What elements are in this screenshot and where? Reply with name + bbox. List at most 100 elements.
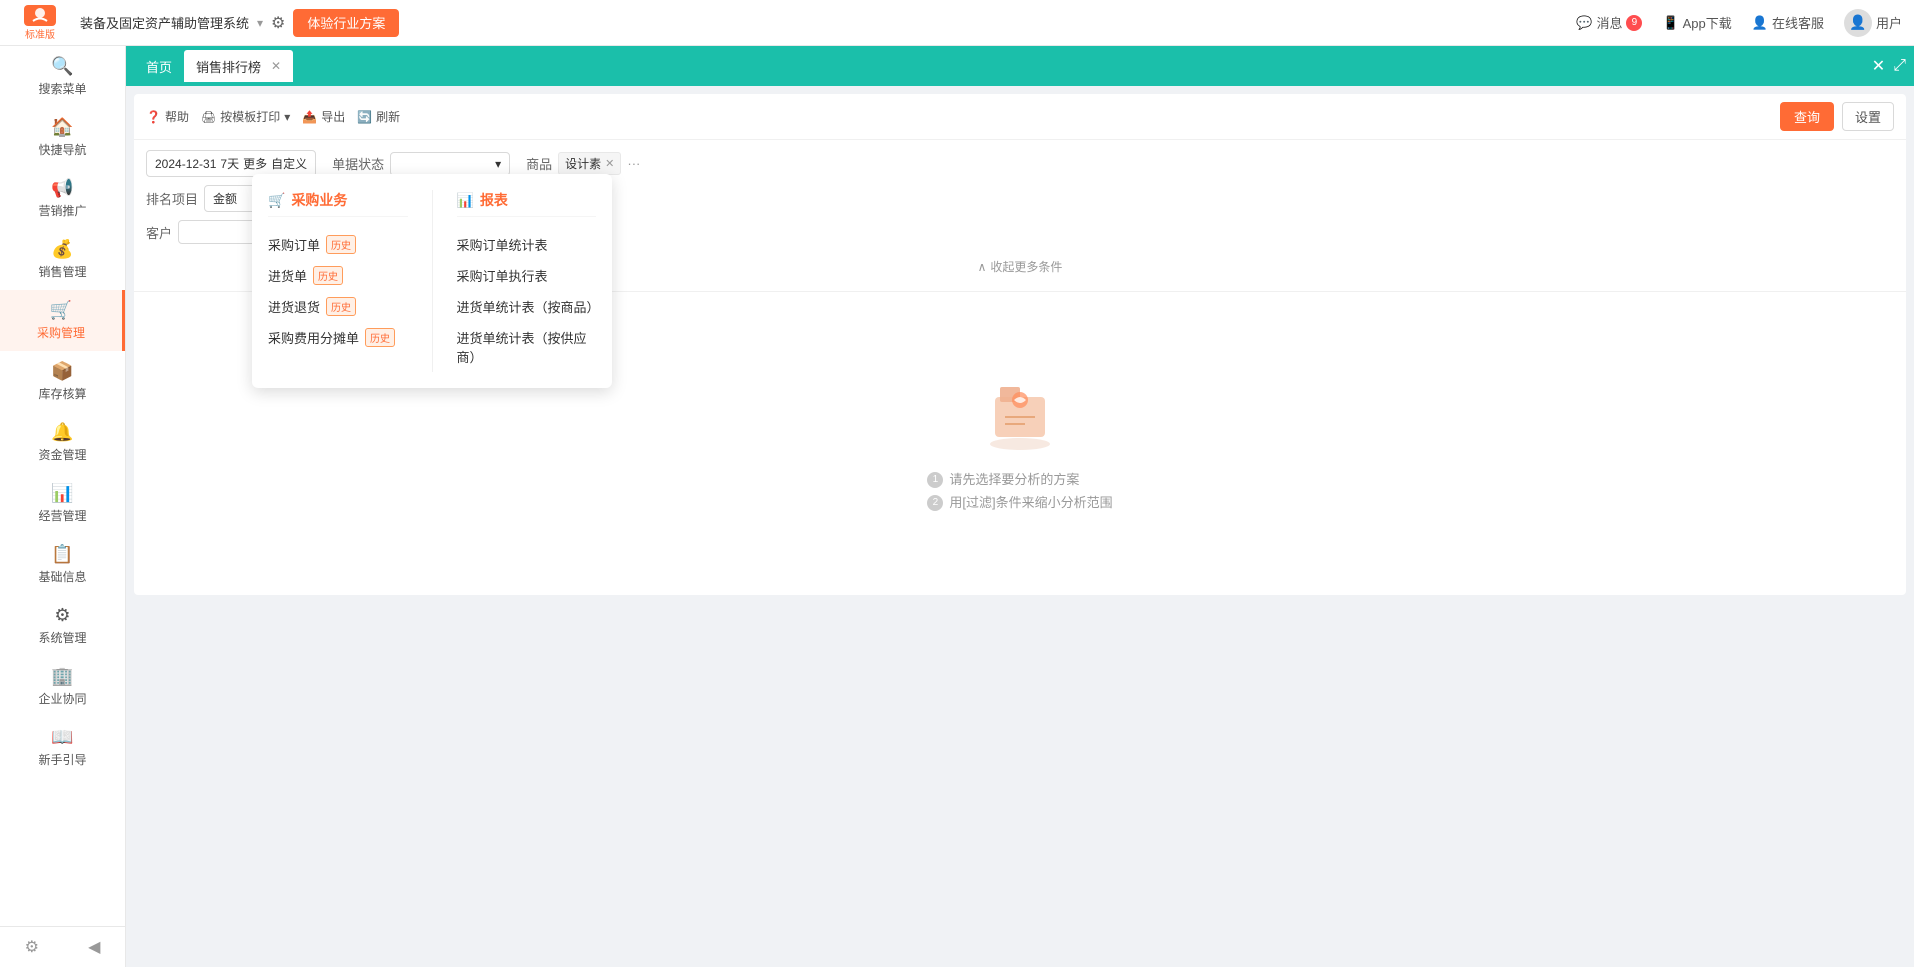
purchase-business-col: 🛒 采购业务 采购订单 历史 进货单 历史	[268, 190, 408, 372]
dropdown-item-purchase-order-stats[interactable]: 采购订单统计表	[457, 229, 597, 260]
date-shortcut-7days[interactable]: 7天	[220, 155, 239, 172]
notification-badge: 9	[1626, 15, 1642, 31]
sidebar-item-guide[interactable]: 📖 新手引导	[0, 717, 125, 778]
dropdown-arrow[interactable]: ▾	[257, 16, 263, 30]
voucher-status-select[interactable]: ▾	[390, 152, 510, 176]
sidebar-item-quick-nav[interactable]: 🏠 快捷导航	[0, 107, 125, 168]
home-icon: 🏠	[51, 117, 73, 138]
dropdown-item-stock-stats-supplier[interactable]: 进货单统计表（按供应商）	[457, 322, 597, 372]
sidebar-item-operation[interactable]: 📊 经营管理	[0, 473, 125, 534]
sidebar-label-system: 系统管理	[38, 629, 86, 646]
dropdown-item-stock-return[interactable]: 进货退货 历史	[268, 291, 408, 322]
dropdown-item-purchase-expense[interactable]: 采购费用分摊单 历史	[268, 322, 408, 353]
empty-icon	[970, 372, 1070, 452]
tab-expand-button[interactable]: ⤢	[1893, 57, 1906, 75]
voucher-status-arrow: ▾	[495, 157, 501, 171]
sidebar-item-inventory[interactable]: 📦 库存核算	[0, 351, 125, 412]
date-more[interactable]: 更多	[243, 155, 267, 172]
query-button[interactable]: 查询	[1780, 102, 1834, 131]
tab-sales-rank[interactable]: 销售排行榜 ✕	[184, 50, 293, 82]
logo: 标准版	[12, 5, 68, 41]
content-area: 首页 销售排行榜 ✕ ✕ ⤢ ❓	[126, 46, 1914, 967]
rank-value: 金额	[213, 190, 237, 207]
guide-icon: 📖	[51, 727, 73, 748]
goods-tag-text: 设计素	[565, 155, 601, 172]
search-icon: 🔍	[51, 56, 73, 77]
sidebar-collapse-button[interactable]: ◀	[88, 937, 100, 957]
filter-goods: 商品 设计素 ✕ ···	[526, 152, 640, 175]
goods-label: 商品	[526, 154, 552, 173]
date-range-input[interactable]: 2024-12-31 7天 更多 自定义	[146, 150, 316, 177]
step2-text: 用[过滤]条件来缩小分析范围	[949, 491, 1112, 514]
app-download-item[interactable]: 📱 App下载	[1662, 13, 1731, 32]
step1-num: 1	[927, 472, 943, 488]
dropdown-item-purchase-order-exec[interactable]: 采购订单执行表	[457, 260, 597, 291]
sidebar-item-system[interactable]: ⚙ 系统管理	[0, 595, 125, 656]
filter-date: 2024-12-31 7天 更多 自定义	[146, 150, 316, 177]
sidebar-label-finance: 资金管理	[38, 446, 86, 463]
dropdown-item-stock-stats-goods[interactable]: 进货单统计表（按商品）	[457, 291, 597, 322]
main-layout: 🔍 搜索菜单 🏠 快捷导航 📢 营销推广 💰 销售管理 🛒 采购管理 📦	[0, 46, 1914, 967]
customer-label: 客户	[146, 223, 172, 242]
logo-svg	[30, 5, 50, 25]
rank-label: 排名项目	[146, 189, 198, 208]
sales-icon: 💰	[51, 239, 73, 260]
top-bar: 标准版 装备及固定资产辅助管理系统 ▾ ⚙ 体验行业方案 💬 消息 9 📱 Ap…	[0, 0, 1914, 46]
purchase-dropdown-menu: 🛒 采购业务 采购订单 历史 进货单 历史	[252, 174, 612, 388]
reports-col: 📊 报表 采购订单统计表 采购订单执行表 进货单统计表（按商品）	[457, 190, 597, 372]
user-item[interactable]: 👤 用户	[1844, 9, 1902, 37]
sidebar-item-marketing[interactable]: 📢 营销推广	[0, 168, 125, 229]
sidebar-label-inventory: 库存核算	[38, 385, 86, 402]
export-button[interactable]: 📤 导出	[302, 108, 345, 125]
sidebar: 🔍 搜索菜单 🏠 快捷导航 📢 营销推广 💰 销售管理 🛒 采购管理 📦	[0, 46, 126, 967]
purchase-icon: 🛒	[50, 300, 72, 321]
date-end: 2024-12-31	[155, 157, 216, 171]
collapse-label: 收起更多条件	[990, 258, 1062, 275]
dropdown-cols: 🛒 采购业务 采购订单 历史 进货单 历史	[268, 190, 596, 372]
empty-illustration	[970, 372, 1070, 452]
sidebar-item-enterprise[interactable]: 🏢 企业协同	[0, 656, 125, 717]
inventory-icon: 📦	[51, 361, 73, 382]
user-avatar: 👤	[1844, 9, 1872, 37]
notifications-item[interactable]: 💬 消息 9	[1576, 13, 1642, 32]
tab-sales-rank-label: 销售排行榜	[196, 57, 261, 76]
dropdown-item-purchase-order[interactable]: 采购订单 历史	[268, 229, 408, 260]
settings-icon-button[interactable]: ⚙	[271, 13, 285, 33]
sidebar-settings-button[interactable]: ⚙	[25, 937, 39, 957]
stock-return-history-badge: 历史	[326, 297, 356, 316]
sidebar-label-enterprise: 企业协同	[38, 690, 86, 707]
tab-close-all-button[interactable]: ✕	[1872, 56, 1885, 76]
sidebar-item-purchase[interactable]: 🛒 采购管理	[0, 290, 125, 351]
export-label: 导出	[321, 108, 345, 125]
export-icon: 📤	[302, 110, 317, 124]
top-bar-left: 标准版 装备及固定资产辅助管理系统 ▾ ⚙ 体验行业方案	[12, 5, 399, 41]
goods-tag-close[interactable]: ✕	[605, 157, 614, 170]
sidebar-item-sales[interactable]: 💰 销售管理	[0, 229, 125, 290]
tab-close-icon[interactable]: ✕	[271, 59, 281, 73]
goods-tag[interactable]: 设计素 ✕	[558, 152, 621, 175]
dropdown-item-stock-in[interactable]: 进货单 历史	[268, 260, 408, 291]
sidebar-item-finance[interactable]: 🔔 资金管理	[0, 412, 125, 473]
refresh-button[interactable]: 🔄 刷新	[357, 108, 400, 125]
date-custom[interactable]: 自定义	[271, 155, 307, 172]
print-dropdown-icon: ▾	[284, 110, 290, 124]
collapse-icon: ∧	[978, 260, 987, 274]
divider	[432, 190, 433, 372]
goods-more-icon[interactable]: ···	[627, 156, 640, 171]
purchase-expense-label: 采购费用分摊单	[268, 328, 359, 347]
filter-voucher-status: 单据状态 ▾	[332, 152, 510, 176]
stock-stats-goods-label: 进货单统计表（按商品）	[457, 297, 597, 316]
sidebar-item-search[interactable]: 🔍 搜索菜单	[0, 46, 125, 107]
print-button[interactable]: 🖨 按模板打印 ▾	[201, 108, 290, 125]
sidebar-label-quick-nav: 快捷导航	[38, 141, 86, 158]
setting-button[interactable]: 设置	[1842, 102, 1894, 131]
tab-home[interactable]: 首页	[134, 50, 184, 82]
system-icon: ⚙	[54, 605, 70, 626]
industry-solution-button[interactable]: 体验行业方案	[293, 9, 399, 37]
tab-bar: 首页 销售排行榜 ✕ ✕ ⤢	[126, 46, 1914, 86]
online-service-item[interactable]: 👤 在线客服	[1752, 13, 1824, 32]
sidebar-item-basic-info[interactable]: 📋 基础信息	[0, 534, 125, 595]
help-icon: ❓	[146, 110, 161, 124]
tab-bar-right: ✕ ⤢	[1872, 56, 1906, 76]
help-button[interactable]: ❓ 帮助	[146, 108, 189, 125]
